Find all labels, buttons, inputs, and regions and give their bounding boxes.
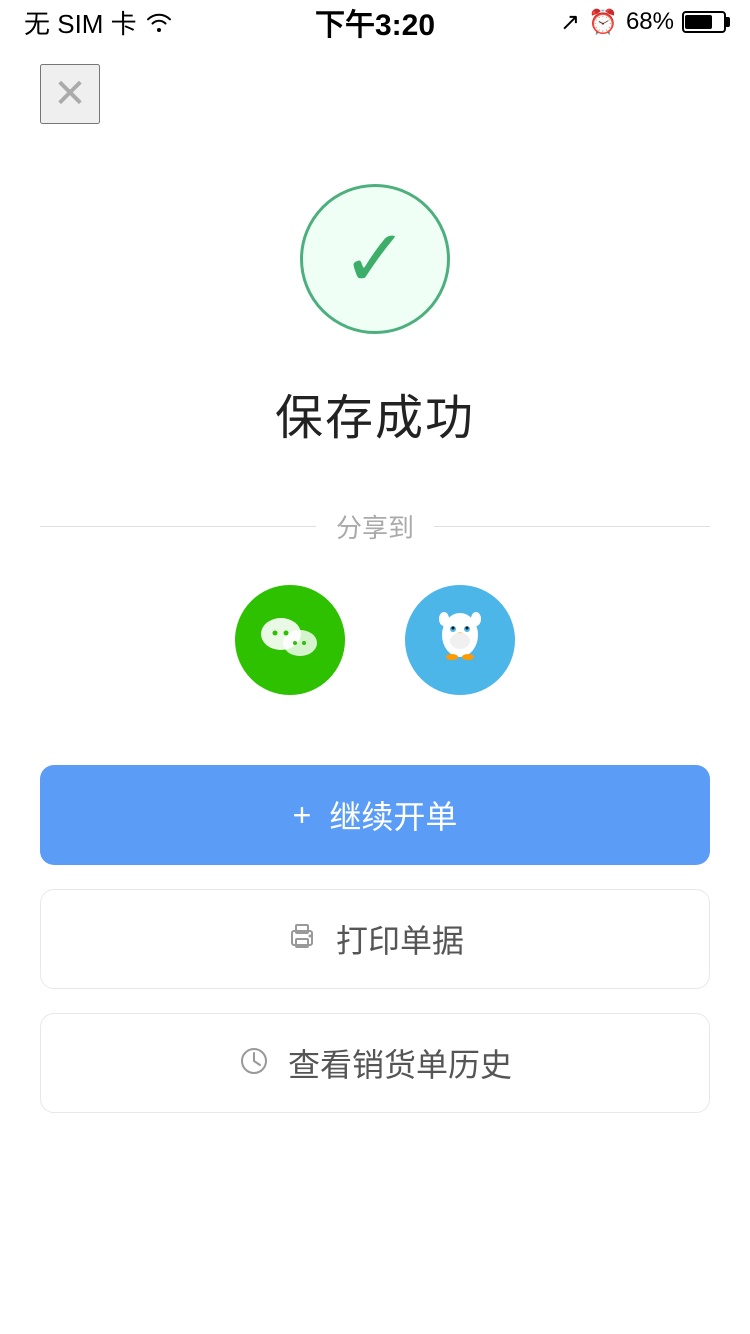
close-icon: ✕: [53, 74, 87, 114]
location-icon: ↗: [560, 8, 580, 37]
wifi-icon: [145, 12, 173, 32]
share-divider: 分享到: [40, 508, 710, 545]
success-title: 保存成功: [275, 378, 475, 448]
print-button[interactable]: 打印单据: [40, 889, 710, 989]
wechat-icon: [258, 613, 322, 667]
share-label: 分享到: [336, 508, 414, 545]
clock-icon: [238, 1045, 270, 1082]
share-wechat-button[interactable]: [235, 585, 345, 695]
battery-icon: [682, 11, 726, 33]
share-qq-button[interactable]: [405, 585, 515, 695]
status-right: ↗ ⏰ 68%: [560, 8, 726, 37]
continue-order-label: 继续开单: [329, 792, 457, 838]
status-bar: 无 SIM 卡 下午3:20 ↗ ⏰ 68%: [0, 0, 750, 44]
plus-icon: +: [293, 799, 312, 831]
alarm-icon: ⏰: [588, 8, 618, 37]
history-label: 查看销货单历史: [288, 1040, 512, 1086]
actions: + 继续开单 打印单据: [40, 765, 710, 1113]
continue-order-button[interactable]: + 继续开单: [40, 765, 710, 865]
close-button[interactable]: ✕: [40, 64, 100, 124]
main-content: ✕ ✓ 保存成功 分享到: [0, 44, 750, 1334]
battery-fill: [685, 15, 712, 29]
status-time: 下午3:20: [315, 0, 435, 44]
success-circle: ✓: [300, 184, 450, 334]
printer-icon: [286, 921, 318, 958]
divider-line-left: [40, 526, 316, 527]
divider-line-right: [434, 526, 710, 527]
status-left: 无 SIM 卡: [24, 4, 173, 41]
print-label: 打印单据: [336, 916, 464, 962]
history-button[interactable]: 查看销货单历史: [40, 1013, 710, 1113]
checkmark-icon: ✓: [341, 219, 408, 299]
no-sim-text: 无 SIM 卡: [24, 4, 137, 41]
share-row: [235, 585, 515, 695]
qq-icon: [428, 605, 492, 675]
battery-percent: 68%: [626, 8, 674, 36]
